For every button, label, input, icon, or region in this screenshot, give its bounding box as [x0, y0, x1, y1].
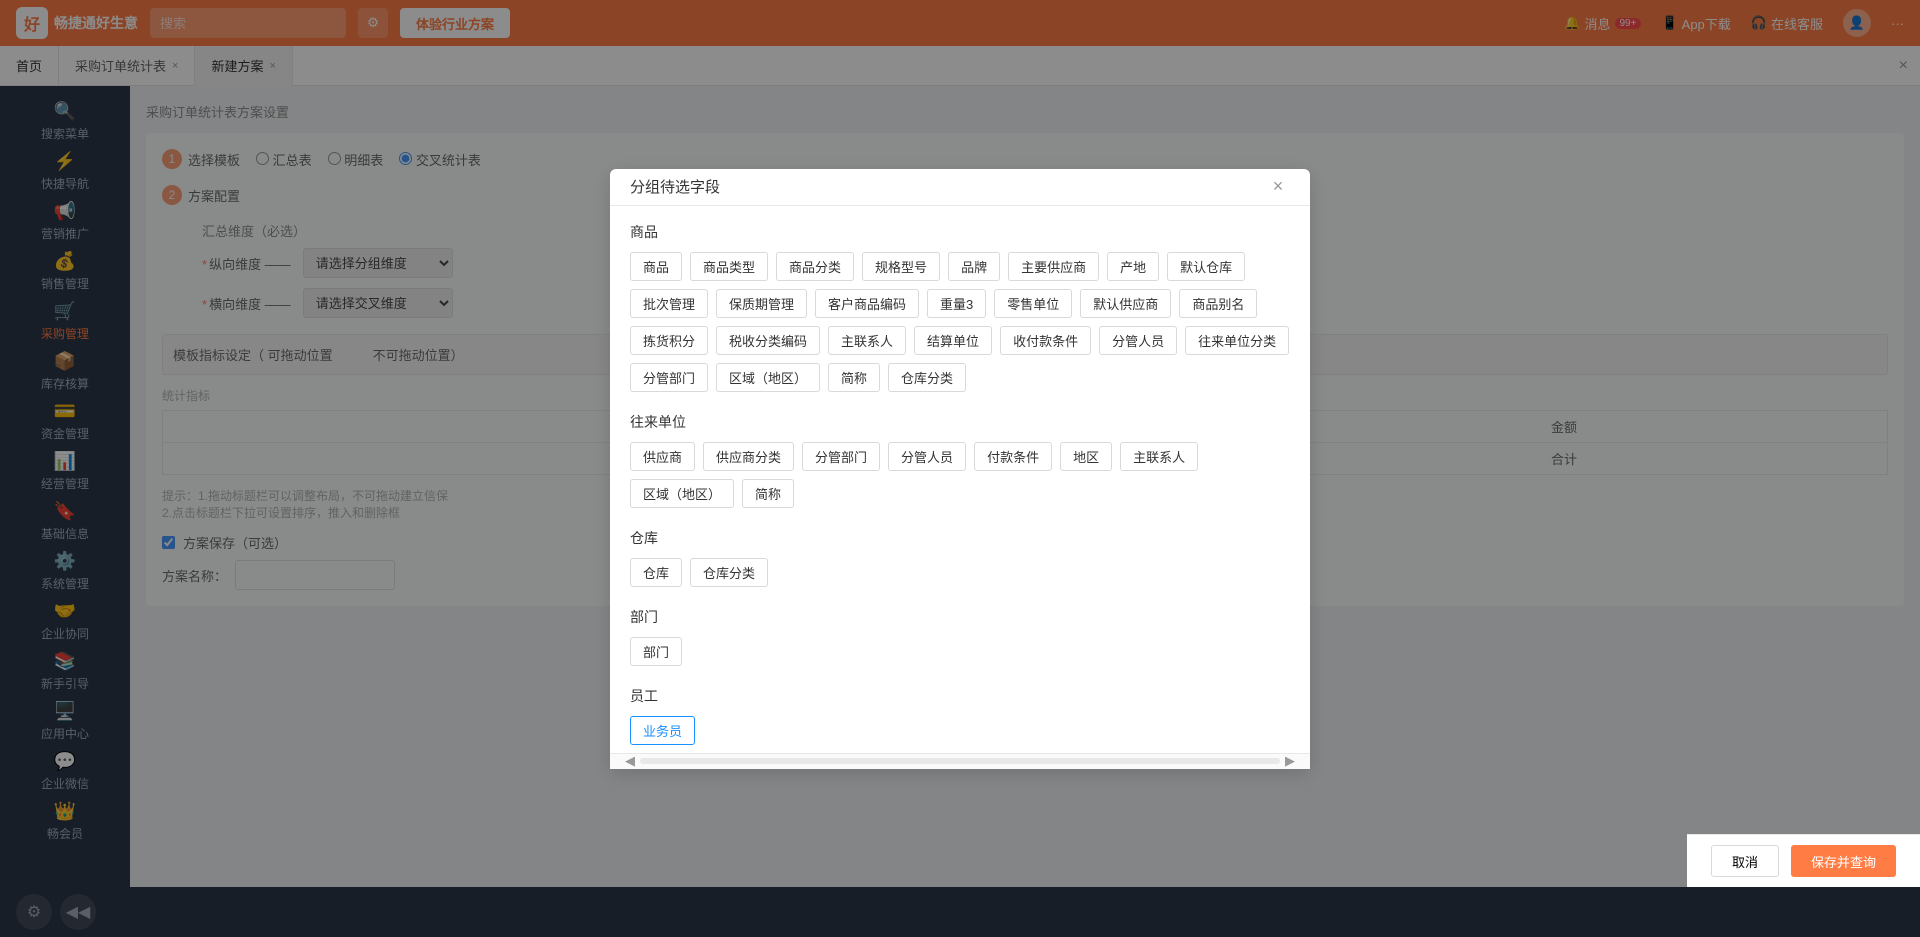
field-partner-region[interactable]: 区域（地区） [630, 479, 734, 508]
field-salesperson[interactable]: 业务员 [630, 716, 695, 745]
field-product-alias[interactable]: 商品别名 [1179, 289, 1257, 318]
modal-scroll-bottom: ◀ ▶ [610, 753, 1310, 769]
field-origin[interactable]: 产地 [1107, 252, 1159, 281]
field-region[interactable]: 区域（地区） [716, 363, 820, 392]
dialog-action-bar: 取消 保存并查询 [1687, 834, 1920, 887]
confirm-button[interactable]: 保存并查询 [1791, 845, 1896, 877]
field-partner-dept[interactable]: 分管部门 [802, 442, 880, 471]
field-main-supplier[interactable]: 主要供应商 [1008, 252, 1099, 281]
section-product: 商品 商品 商品类型 商品分类 规格型号 品牌 主要供应商 产地 默认仓库 批次… [630, 222, 1290, 392]
section-warehouse: 仓库 仓库 仓库分类 [630, 528, 1290, 587]
field-partner-category[interactable]: 往来单位分类 [1185, 326, 1289, 355]
modal-overlay: 分组待选字段 × 商品 商品 商品类型 商品分类 规格型号 品牌 主要供应商 产… [0, 0, 1920, 937]
scroll-left-btn[interactable]: ◀ [620, 753, 640, 769]
field-brand[interactable]: 品牌 [948, 252, 1000, 281]
partner-fields: 供应商 供应商分类 分管部门 分管人员 付款条件 地区 主联系人 区域（地区） … [630, 442, 1290, 508]
field-product[interactable]: 商品 [630, 252, 682, 281]
field-quality-management[interactable]: 保质期管理 [716, 289, 807, 318]
field-partner-short-name[interactable]: 简称 [742, 479, 794, 508]
field-payment-terms[interactable]: 收付款条件 [1000, 326, 1091, 355]
warehouse-fields: 仓库 仓库分类 [630, 558, 1290, 587]
section-partner: 往来单位 供应商 供应商分类 分管部门 分管人员 付款条件 地区 主联系人 区域… [630, 412, 1290, 508]
field-short-name[interactable]: 简称 [828, 363, 880, 392]
field-dept[interactable]: 分管部门 [630, 363, 708, 392]
modal-body: 商品 商品 商品类型 商品分类 规格型号 品牌 主要供应商 产地 默认仓库 批次… [610, 206, 1310, 752]
field-selection-modal: 分组待选字段 × 商品 商品 商品类型 商品分类 规格型号 品牌 主要供应商 产… [610, 169, 1310, 769]
field-supplier[interactable]: 供应商 [630, 442, 695, 471]
section-employee-title: 员工 [630, 686, 1290, 706]
section-warehouse-title: 仓库 [630, 528, 1290, 548]
section-department: 部门 部门 [630, 607, 1290, 666]
field-pick-points[interactable]: 拣货积分 [630, 326, 708, 355]
field-retail-unit[interactable]: 零售单位 [994, 289, 1072, 318]
field-settlement-unit[interactable]: 结算单位 [914, 326, 992, 355]
field-main-contact[interactable]: 主联系人 [828, 326, 906, 355]
field-default-supplier[interactable]: 默认供应商 [1080, 289, 1171, 318]
department-fields: 部门 [630, 637, 1290, 666]
field-warehouse-cat[interactable]: 仓库分类 [690, 558, 768, 587]
field-partner-main-contact[interactable]: 主联系人 [1120, 442, 1198, 471]
section-product-title: 商品 [630, 222, 1290, 242]
modal-title: 分组待选字段 [630, 176, 720, 197]
horizontal-scrollbar[interactable] [640, 758, 1280, 764]
modal-header: 分组待选字段 × [610, 169, 1310, 207]
product-fields: 商品 商品类型 商品分类 规格型号 品牌 主要供应商 产地 默认仓库 批次管理 … [630, 252, 1290, 392]
field-department[interactable]: 部门 [630, 637, 682, 666]
section-partner-title: 往来单位 [630, 412, 1290, 432]
scroll-right-btn[interactable]: ▶ [1280, 753, 1300, 769]
field-supervisor[interactable]: 分管人员 [1099, 326, 1177, 355]
field-warehouse-category[interactable]: 仓库分类 [888, 363, 966, 392]
field-payment-condition[interactable]: 付款条件 [974, 442, 1052, 471]
field-default-warehouse[interactable]: 默认仓库 [1167, 252, 1245, 281]
field-customer-code[interactable]: 客户商品编码 [815, 289, 919, 318]
field-partner-supervisor[interactable]: 分管人员 [888, 442, 966, 471]
field-product-type[interactable]: 商品类型 [690, 252, 768, 281]
section-department-title: 部门 [630, 607, 1290, 627]
field-product-category[interactable]: 商品分类 [776, 252, 854, 281]
field-area[interactable]: 地区 [1060, 442, 1112, 471]
field-tax-code[interactable]: 税收分类编码 [716, 326, 820, 355]
field-supplier-category[interactable]: 供应商分类 [703, 442, 794, 471]
cancel-button[interactable]: 取消 [1711, 845, 1779, 877]
section-employee: 员工 业务员 [630, 686, 1290, 745]
field-warehouse[interactable]: 仓库 [630, 558, 682, 587]
field-spec-model[interactable]: 规格型号 [862, 252, 940, 281]
field-weight3[interactable]: 重量3 [927, 289, 986, 318]
employee-fields: 业务员 [630, 716, 1290, 745]
field-batch-management[interactable]: 批次管理 [630, 289, 708, 318]
modal-close-button[interactable]: × [1266, 175, 1290, 199]
